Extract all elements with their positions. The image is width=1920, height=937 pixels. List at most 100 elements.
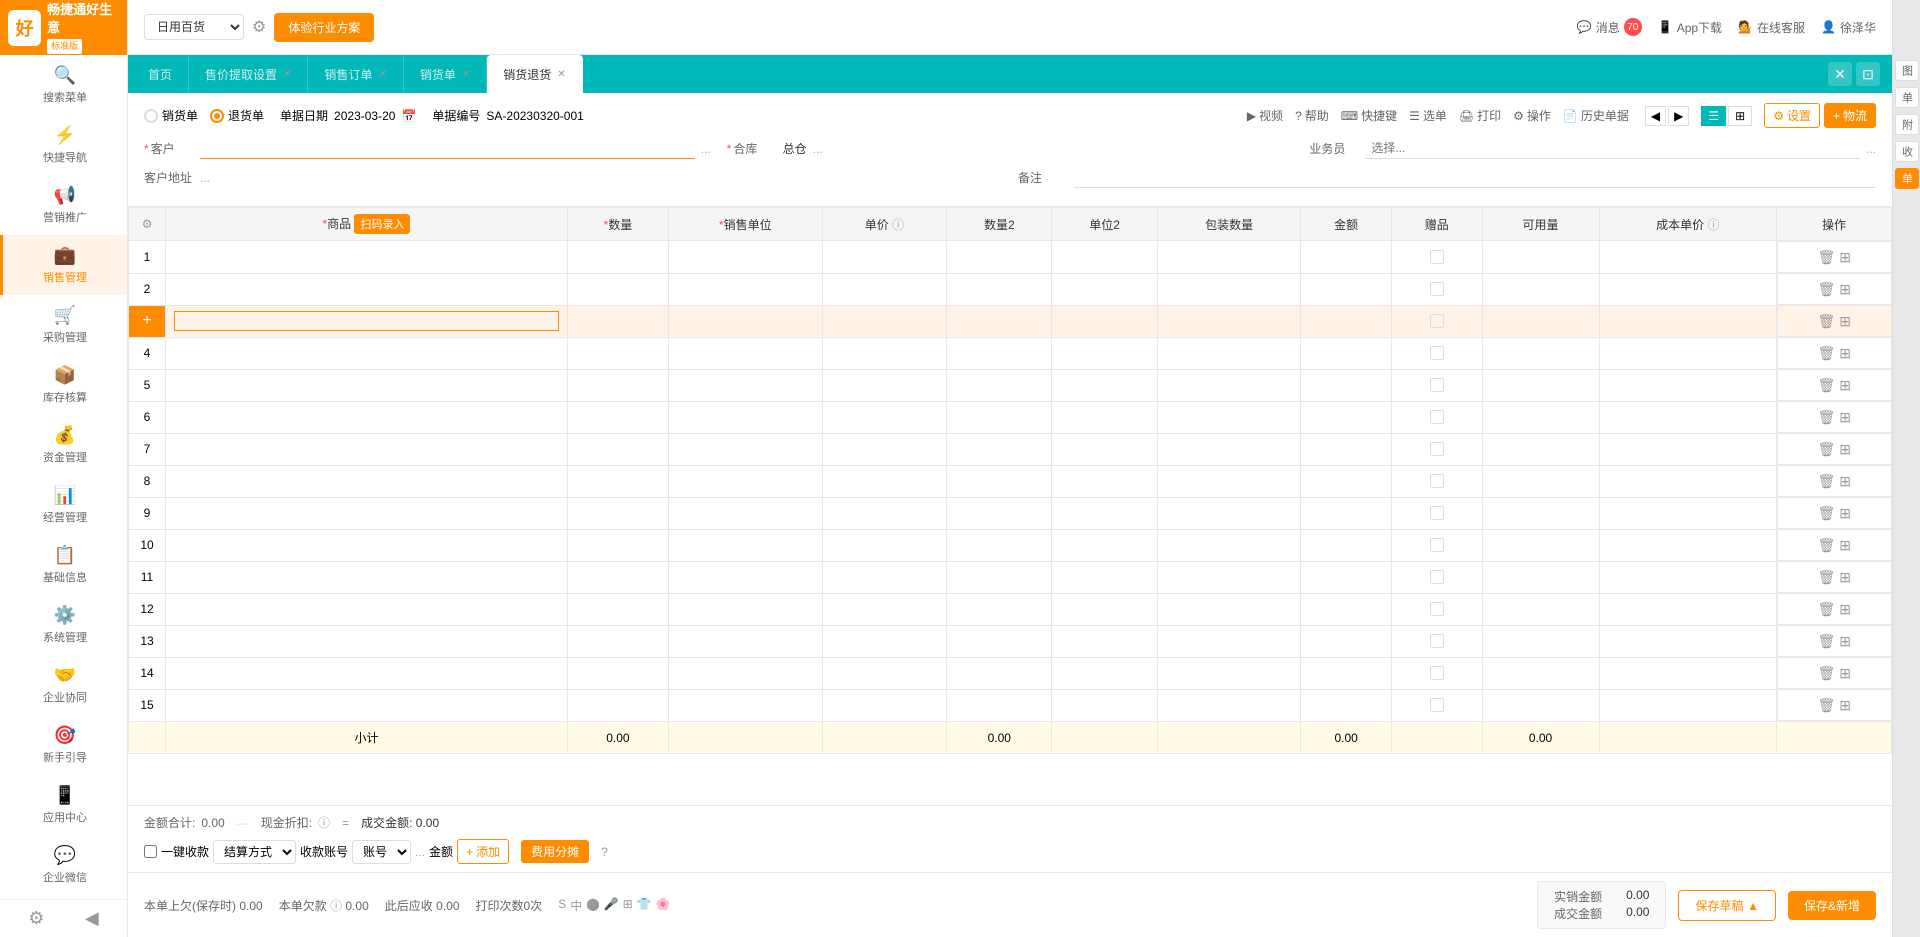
right-panel-btn-1[interactable]: 图	[1895, 60, 1919, 81]
row-1-product[interactable]	[166, 241, 568, 274]
row-12-delete-icon[interactable]: 🗑	[1818, 601, 1836, 618]
user-item[interactable]: 👤 徐泽华	[1821, 19, 1876, 36]
logistics-btn[interactable]: + 物流	[1824, 103, 1876, 128]
row-2-amount[interactable]	[1301, 273, 1392, 305]
row-2-cost-price[interactable]	[1599, 273, 1776, 305]
row-10-gift-checkbox[interactable]	[1430, 538, 1444, 552]
address-dots[interactable]: ...	[200, 171, 210, 185]
view-list-btn[interactable]: ☰	[1701, 106, 1726, 126]
row-14-gift-checkbox[interactable]	[1430, 666, 1444, 680]
row-11-gift-checkbox[interactable]	[1430, 570, 1444, 584]
tab-sales-return[interactable]: 销货退货 ✕	[487, 55, 582, 93]
experience-btn[interactable]: 体验行业方案	[274, 13, 374, 42]
row-3-unit2[interactable]	[1052, 305, 1157, 337]
row-5-gift-checkbox[interactable]	[1430, 378, 1444, 392]
tab-sales-order[interactable]: 销售订单 ✕	[308, 55, 403, 93]
row-13-copy-icon[interactable]: ⊞	[1839, 633, 1851, 650]
sidebar-item-search[interactable]: 🔍 搜索菜单	[0, 55, 127, 115]
row-1-copy-icon[interactable]: ⊞	[1839, 249, 1851, 266]
row-2-available[interactable]	[1482, 273, 1599, 305]
row-9-delete-icon[interactable]: 🗑	[1818, 505, 1836, 522]
row-1-quantity2[interactable]	[947, 241, 1052, 274]
toolbar-help[interactable]: ? 帮助	[1295, 107, 1329, 124]
notification-item[interactable]: 💬 消息 70	[1577, 18, 1642, 36]
sidebar-item-enterprise[interactable]: 🤝 企业协同	[0, 655, 127, 715]
toolbar-select[interactable]: ☰ 选单	[1409, 107, 1447, 124]
row-1-sales-unit[interactable]	[668, 241, 822, 274]
row-5-delete-icon[interactable]: 🗑	[1818, 377, 1836, 394]
add-fee-btn[interactable]: + 添加	[457, 839, 509, 864]
account-select[interactable]: 账号	[352, 840, 411, 864]
sidebar-item-marketing[interactable]: 📢 营销推广	[0, 175, 127, 235]
row-13-delete-icon[interactable]: 🗑	[1818, 633, 1836, 650]
calendar-icon[interactable]: 📅	[401, 109, 416, 123]
settings-btn[interactable]: ⚙ 设置	[1764, 103, 1820, 128]
tab-sales-delivery[interactable]: 销货单 ✕	[404, 55, 487, 93]
sidebar-item-inventory[interactable]: 📦 库存核算	[0, 355, 127, 415]
sidebar-item-wechat[interactable]: 💬 企业微信	[0, 835, 127, 895]
row-2-copy-icon[interactable]: ⊞	[1839, 281, 1851, 298]
salesman-input[interactable]	[1365, 138, 1860, 159]
row-6-delete-icon[interactable]: 🗑	[1818, 409, 1836, 426]
sidebar-item-shortcut[interactable]: ⚡ 快捷导航	[0, 115, 127, 175]
row-8-delete-icon[interactable]: 🗑	[1818, 473, 1836, 490]
row-1-unit-price[interactable]	[822, 241, 946, 274]
right-panel-btn-4[interactable]: 收	[1895, 141, 1919, 162]
row-3-amount[interactable]	[1301, 305, 1392, 337]
row-3-sales-unit[interactable]	[668, 305, 822, 337]
sidebar-item-newbie[interactable]: 🎯 新手引导	[0, 715, 127, 775]
row-2-gift-checkbox[interactable]	[1430, 282, 1444, 296]
row-15-delete-icon[interactable]: 🗑	[1818, 697, 1836, 714]
row-12-gift-checkbox[interactable]	[1430, 602, 1444, 616]
topbar-settings-icon[interactable]: ⚙	[252, 17, 266, 37]
sidebar-item-finance[interactable]: 💰 资金管理	[0, 415, 127, 475]
row-4-delete-icon[interactable]: 🗑	[1818, 345, 1836, 362]
tab-sales-order-close[interactable]: ✕	[378, 69, 386, 80]
right-panel-btn-2[interactable]: 单	[1895, 87, 1919, 108]
row-7-copy-icon[interactable]: ⊞	[1839, 441, 1851, 458]
settlement-method-select[interactable]: 结算方式	[213, 840, 296, 864]
row-11-delete-icon[interactable]: 🗑	[1818, 569, 1836, 586]
tab-price-settings-close[interactable]: ✕	[283, 69, 291, 80]
row-3-copy-icon[interactable]: ⊞	[1839, 313, 1851, 330]
one-key-payment-checkbox[interactable]	[144, 845, 157, 858]
toolbar-operation[interactable]: ⚙ 操作	[1513, 107, 1551, 124]
tab-sales-delivery-close[interactable]: ✕	[462, 69, 470, 80]
row-3-unit-price[interactable]	[822, 305, 946, 337]
row-3-gift-checkbox[interactable]	[1430, 314, 1444, 328]
row-9-copy-icon[interactable]: ⊞	[1839, 505, 1851, 522]
row-7-gift-checkbox[interactable]	[1430, 442, 1444, 456]
row-2-quantity[interactable]	[567, 273, 668, 305]
tab-sales-return-close[interactable]: ✕	[557, 69, 565, 80]
row-1-gift-checkbox[interactable]	[1430, 250, 1444, 264]
fee-split-btn[interactable]: 费用分摊	[521, 840, 589, 863]
online-service-item[interactable]: 💁 在线客服	[1738, 19, 1805, 36]
row-2-product[interactable]	[166, 273, 568, 305]
account-dots[interactable]: ...	[415, 845, 425, 859]
sidebar-item-purchase[interactable]: 🛒 采购管理	[0, 295, 127, 355]
sidebar-settings-btn[interactable]: ⚙	[28, 908, 44, 929]
row-6-copy-icon[interactable]: ⊞	[1839, 409, 1851, 426]
row-11-copy-icon[interactable]: ⊞	[1839, 569, 1851, 586]
row-3-quantity[interactable]	[567, 305, 668, 337]
row-12-copy-icon[interactable]: ⊞	[1839, 601, 1851, 618]
row-1-delete-icon[interactable]: 🗑	[1818, 249, 1836, 266]
save-new-btn[interactable]: 保存&新增	[1788, 891, 1876, 920]
row-7-delete-icon[interactable]: 🗑	[1818, 441, 1836, 458]
row-3-delete-icon[interactable]: 🗑	[1818, 313, 1836, 330]
row-14-delete-icon[interactable]: 🗑	[1818, 665, 1836, 682]
view-grid-btn[interactable]: ⊞	[1728, 106, 1752, 126]
sidebar-collapse-btn[interactable]: ◀	[85, 908, 99, 929]
row-10-delete-icon[interactable]: 🗑	[1818, 537, 1836, 554]
sidebar-item-basic[interactable]: 📋 基础信息	[0, 535, 127, 595]
remark-input[interactable]	[1074, 167, 1876, 188]
toolbar-history[interactable]: 📄 历史单据	[1563, 107, 1629, 124]
tabs-close-btn[interactable]: ✕	[1828, 62, 1852, 86]
row-1-quantity[interactable]	[567, 241, 668, 274]
add-row-btn[interactable]: +	[137, 311, 157, 331]
row-5-copy-icon[interactable]: ⊞	[1839, 377, 1851, 394]
row-9-gift-checkbox[interactable]	[1430, 506, 1444, 520]
toolbar-video[interactable]: ▶ 视频	[1247, 107, 1283, 124]
right-panel-btn-5[interactable]: 单	[1895, 168, 1919, 189]
row-4-copy-icon[interactable]: ⊞	[1839, 345, 1851, 362]
